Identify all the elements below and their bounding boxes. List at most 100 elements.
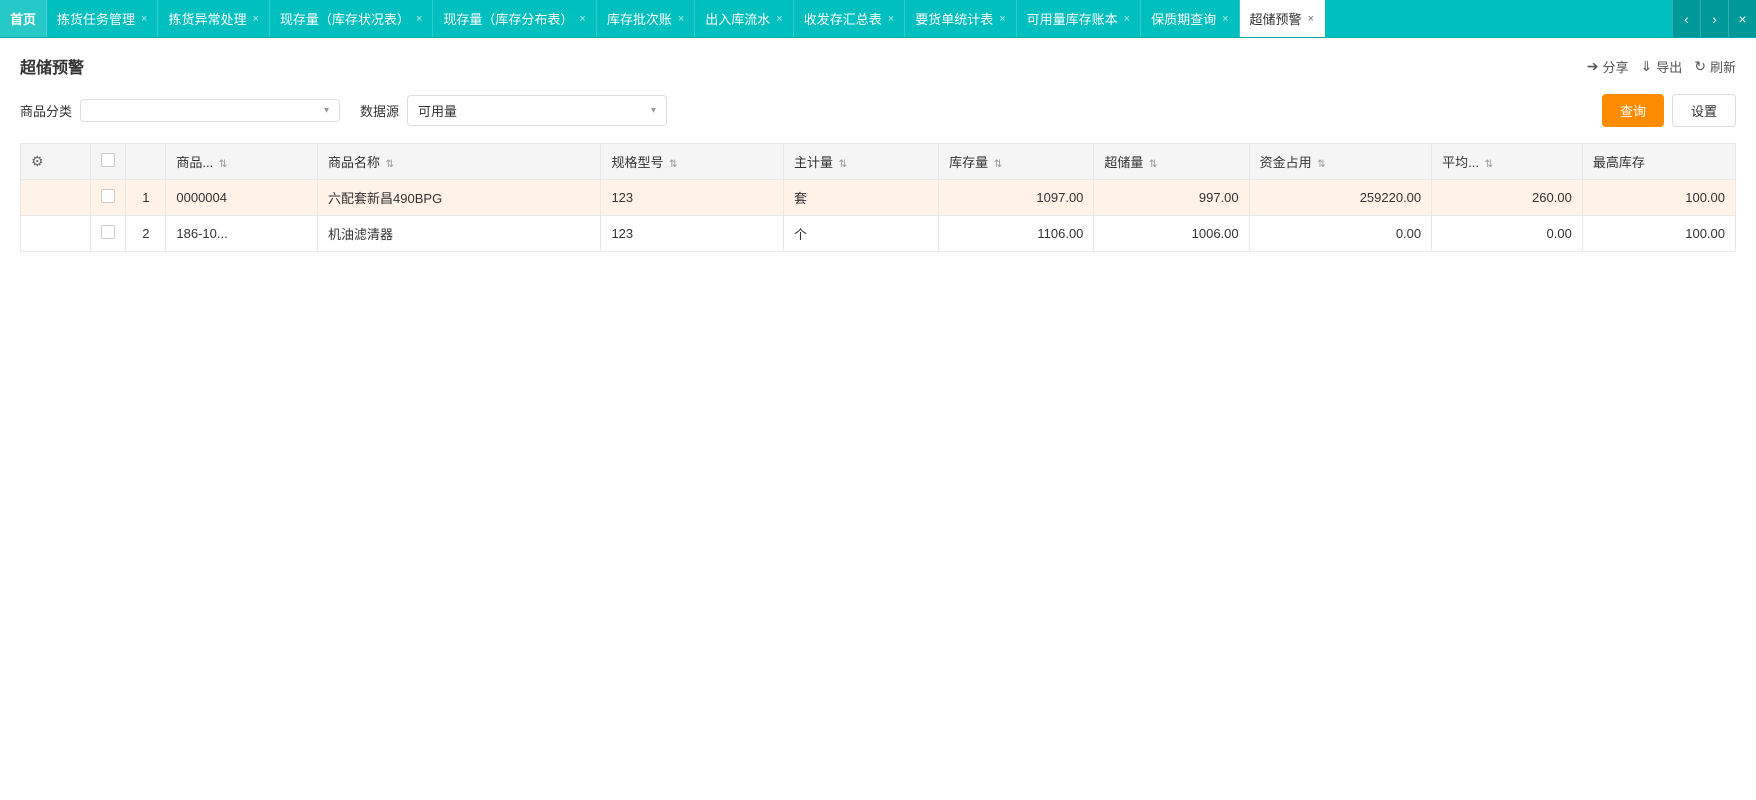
row-product-name: 六配套新昌490BPG	[318, 180, 601, 216]
sort-inventory-icon: ⇅	[994, 159, 1002, 170]
col-capital[interactable]: 资金占用 ⇅	[1249, 144, 1432, 180]
export-icon: ⇓	[1641, 58, 1653, 75]
page-header: 超储预警 ➔ 分享 ⇓ 导出 ↻ 刷新	[20, 54, 1736, 78]
export-label: 导出	[1656, 57, 1682, 76]
nav-item-inout-flow[interactable]: 出入库流水 ×	[695, 0, 793, 37]
col-index	[126, 144, 166, 180]
row-number: 2	[126, 216, 166, 252]
col-inventory[interactable]: 库存量 ⇅	[939, 144, 1094, 180]
row-number: 1	[126, 180, 166, 216]
nav-arrow-left[interactable]: ‹	[1672, 0, 1700, 38]
query-button[interactable]: 查询	[1602, 94, 1664, 127]
sort-unit-icon: ⇅	[839, 159, 847, 170]
nav-label-order-stats: 要货单统计表	[915, 9, 993, 28]
close-expiry-query[interactable]: ×	[1222, 13, 1228, 25]
sort-overstock-icon: ⇅	[1149, 159, 1157, 170]
row-settings-cell	[21, 216, 91, 252]
nav-label-overstock-alert: 超储预警	[1250, 9, 1302, 28]
table-row[interactable]: 10000004 六配套新昌490BPG 123 套 1097.00 997.0…	[21, 180, 1736, 216]
nav-label-inventory-dist: 现存量（库存分布表）	[443, 9, 573, 28]
table-row[interactable]: 2186-10... 机油滤清器 123 个 1106.00 1006.00 0…	[21, 216, 1736, 252]
nav-label-inout-flow: 出入库流水	[705, 9, 770, 28]
page-title: 超储预警	[20, 54, 84, 78]
settings-icon: ⚙	[31, 153, 44, 169]
close-overstock-alert[interactable]: ×	[1308, 13, 1314, 25]
refresh-button[interactable]: ↻ 刷新	[1694, 57, 1736, 76]
row-inventory: 1106.00	[939, 216, 1094, 252]
row-capital: 259220.00	[1249, 180, 1432, 216]
row-unit: 套	[783, 180, 938, 216]
row-checkbox-cell[interactable]	[91, 216, 126, 252]
sort-capital-icon: ⇅	[1317, 159, 1325, 170]
row-overstock: 1006.00	[1094, 216, 1249, 252]
refresh-label: 刷新	[1710, 57, 1736, 76]
row-checkbox[interactable]	[101, 225, 115, 239]
datasource-chevron-icon: ▾	[651, 105, 656, 116]
nav-label-inventory-status: 现存量（库存状况表）	[280, 9, 410, 28]
close-inout-flow[interactable]: ×	[776, 13, 782, 25]
nav-item-order-stats[interactable]: 要货单统计表 ×	[905, 0, 1016, 37]
close-order-stats[interactable]: ×	[999, 13, 1005, 25]
filter-buttons: 查询 设置	[1602, 94, 1736, 127]
nav-item-pick-task[interactable]: 拣货任务管理 ×	[47, 0, 158, 37]
sort-product-name-icon: ⇅	[386, 159, 394, 170]
nav-item-inventory-status[interactable]: 现存量（库存状况表） ×	[270, 0, 433, 37]
export-button[interactable]: ⇓ 导出	[1641, 57, 1683, 76]
col-product-code[interactable]: 商品... ⇅	[166, 144, 318, 180]
category-select[interactable]: ▾	[80, 99, 340, 122]
datasource-select[interactable]: 可用量 ▾	[407, 95, 667, 126]
nav-item-summary[interactable]: 收发存汇总表 ×	[794, 0, 905, 37]
col-avg[interactable]: 平均... ⇅	[1432, 144, 1583, 180]
nav-arrow-right[interactable]: ›	[1700, 0, 1728, 38]
nav-item-pick-exception[interactable]: 拣货异常处理 ×	[158, 0, 269, 37]
nav-label-summary: 收发存汇总表	[804, 9, 882, 28]
close-batch-ledger[interactable]: ×	[678, 13, 684, 25]
close-inventory-dist[interactable]: ×	[579, 13, 585, 25]
share-button[interactable]: ➔ 分享	[1587, 57, 1629, 76]
col-unit[interactable]: 主计量 ⇅	[783, 144, 938, 180]
row-product-code: 186-10...	[166, 216, 318, 252]
close-pick-exception[interactable]: ×	[252, 13, 258, 25]
close-inventory-status[interactable]: ×	[416, 13, 422, 25]
filter-category: 商品分类 ▾	[20, 99, 340, 122]
nav-item-inventory-dist[interactable]: 现存量（库存分布表） ×	[433, 0, 596, 37]
row-checkbox-cell[interactable]	[91, 180, 126, 216]
table-header-row: ⚙ 商品... ⇅ 商品名称 ⇅ 规格型号 ⇅ 主计量	[21, 144, 1736, 180]
row-product-name: 机油滤清器	[318, 216, 601, 252]
share-label: 分享	[1602, 57, 1628, 76]
filter-area: 商品分类 ▾ 数据源 可用量 ▾ 查询 设置	[20, 94, 1736, 127]
row-unit: 个	[783, 216, 938, 252]
row-avg: 0.00	[1432, 216, 1583, 252]
category-chevron-icon: ▾	[324, 105, 329, 116]
col-spec[interactable]: 规格型号 ⇅	[601, 144, 784, 180]
nav-arrows: ‹ › ×	[1672, 0, 1756, 38]
header-actions: ➔ 分享 ⇓ 导出 ↻ 刷新	[1587, 57, 1736, 76]
filter-datasource: 数据源 可用量 ▾	[360, 95, 667, 126]
nav-label-available-ledger: 可用量库存账本	[1027, 9, 1118, 28]
close-available-ledger[interactable]: ×	[1124, 13, 1130, 25]
nav-arrow-close[interactable]: ×	[1728, 0, 1756, 38]
page-container: 超储预警 ➔ 分享 ⇓ 导出 ↻ 刷新 商品分类 ▾ 数据源	[0, 38, 1756, 268]
row-checkbox[interactable]	[101, 189, 115, 203]
nav-item-home[interactable]: 首页	[0, 0, 47, 37]
header-checkbox[interactable]	[101, 153, 115, 167]
col-settings[interactable]: ⚙	[21, 144, 91, 180]
col-max-stock[interactable]: 最高库存	[1582, 144, 1735, 180]
refresh-icon: ↻	[1694, 58, 1706, 75]
row-max-stock: 100.00	[1582, 180, 1735, 216]
settings-button[interactable]: 设置	[1672, 94, 1736, 127]
datasource-select-value: 可用量	[418, 101, 457, 120]
sort-product-code-icon: ⇅	[219, 159, 227, 170]
col-overstock[interactable]: 超储量 ⇅	[1094, 144, 1249, 180]
col-checkbox[interactable]	[91, 144, 126, 180]
data-table: ⚙ 商品... ⇅ 商品名称 ⇅ 规格型号 ⇅ 主计量	[20, 143, 1736, 252]
nav-item-expiry-query[interactable]: 保质期查询 ×	[1141, 0, 1239, 37]
close-pick-task[interactable]: ×	[141, 13, 147, 25]
close-summary[interactable]: ×	[888, 13, 894, 25]
share-icon: ➔	[1587, 58, 1599, 75]
col-product-name[interactable]: 商品名称 ⇅	[318, 144, 601, 180]
nav-item-overstock-alert[interactable]: 超储预警 ×	[1240, 0, 1325, 37]
nav-item-available-ledger[interactable]: 可用量库存账本 ×	[1017, 0, 1141, 37]
nav-label-home: 首页	[10, 9, 36, 28]
nav-item-batch-ledger[interactable]: 库存批次账 ×	[597, 0, 695, 37]
